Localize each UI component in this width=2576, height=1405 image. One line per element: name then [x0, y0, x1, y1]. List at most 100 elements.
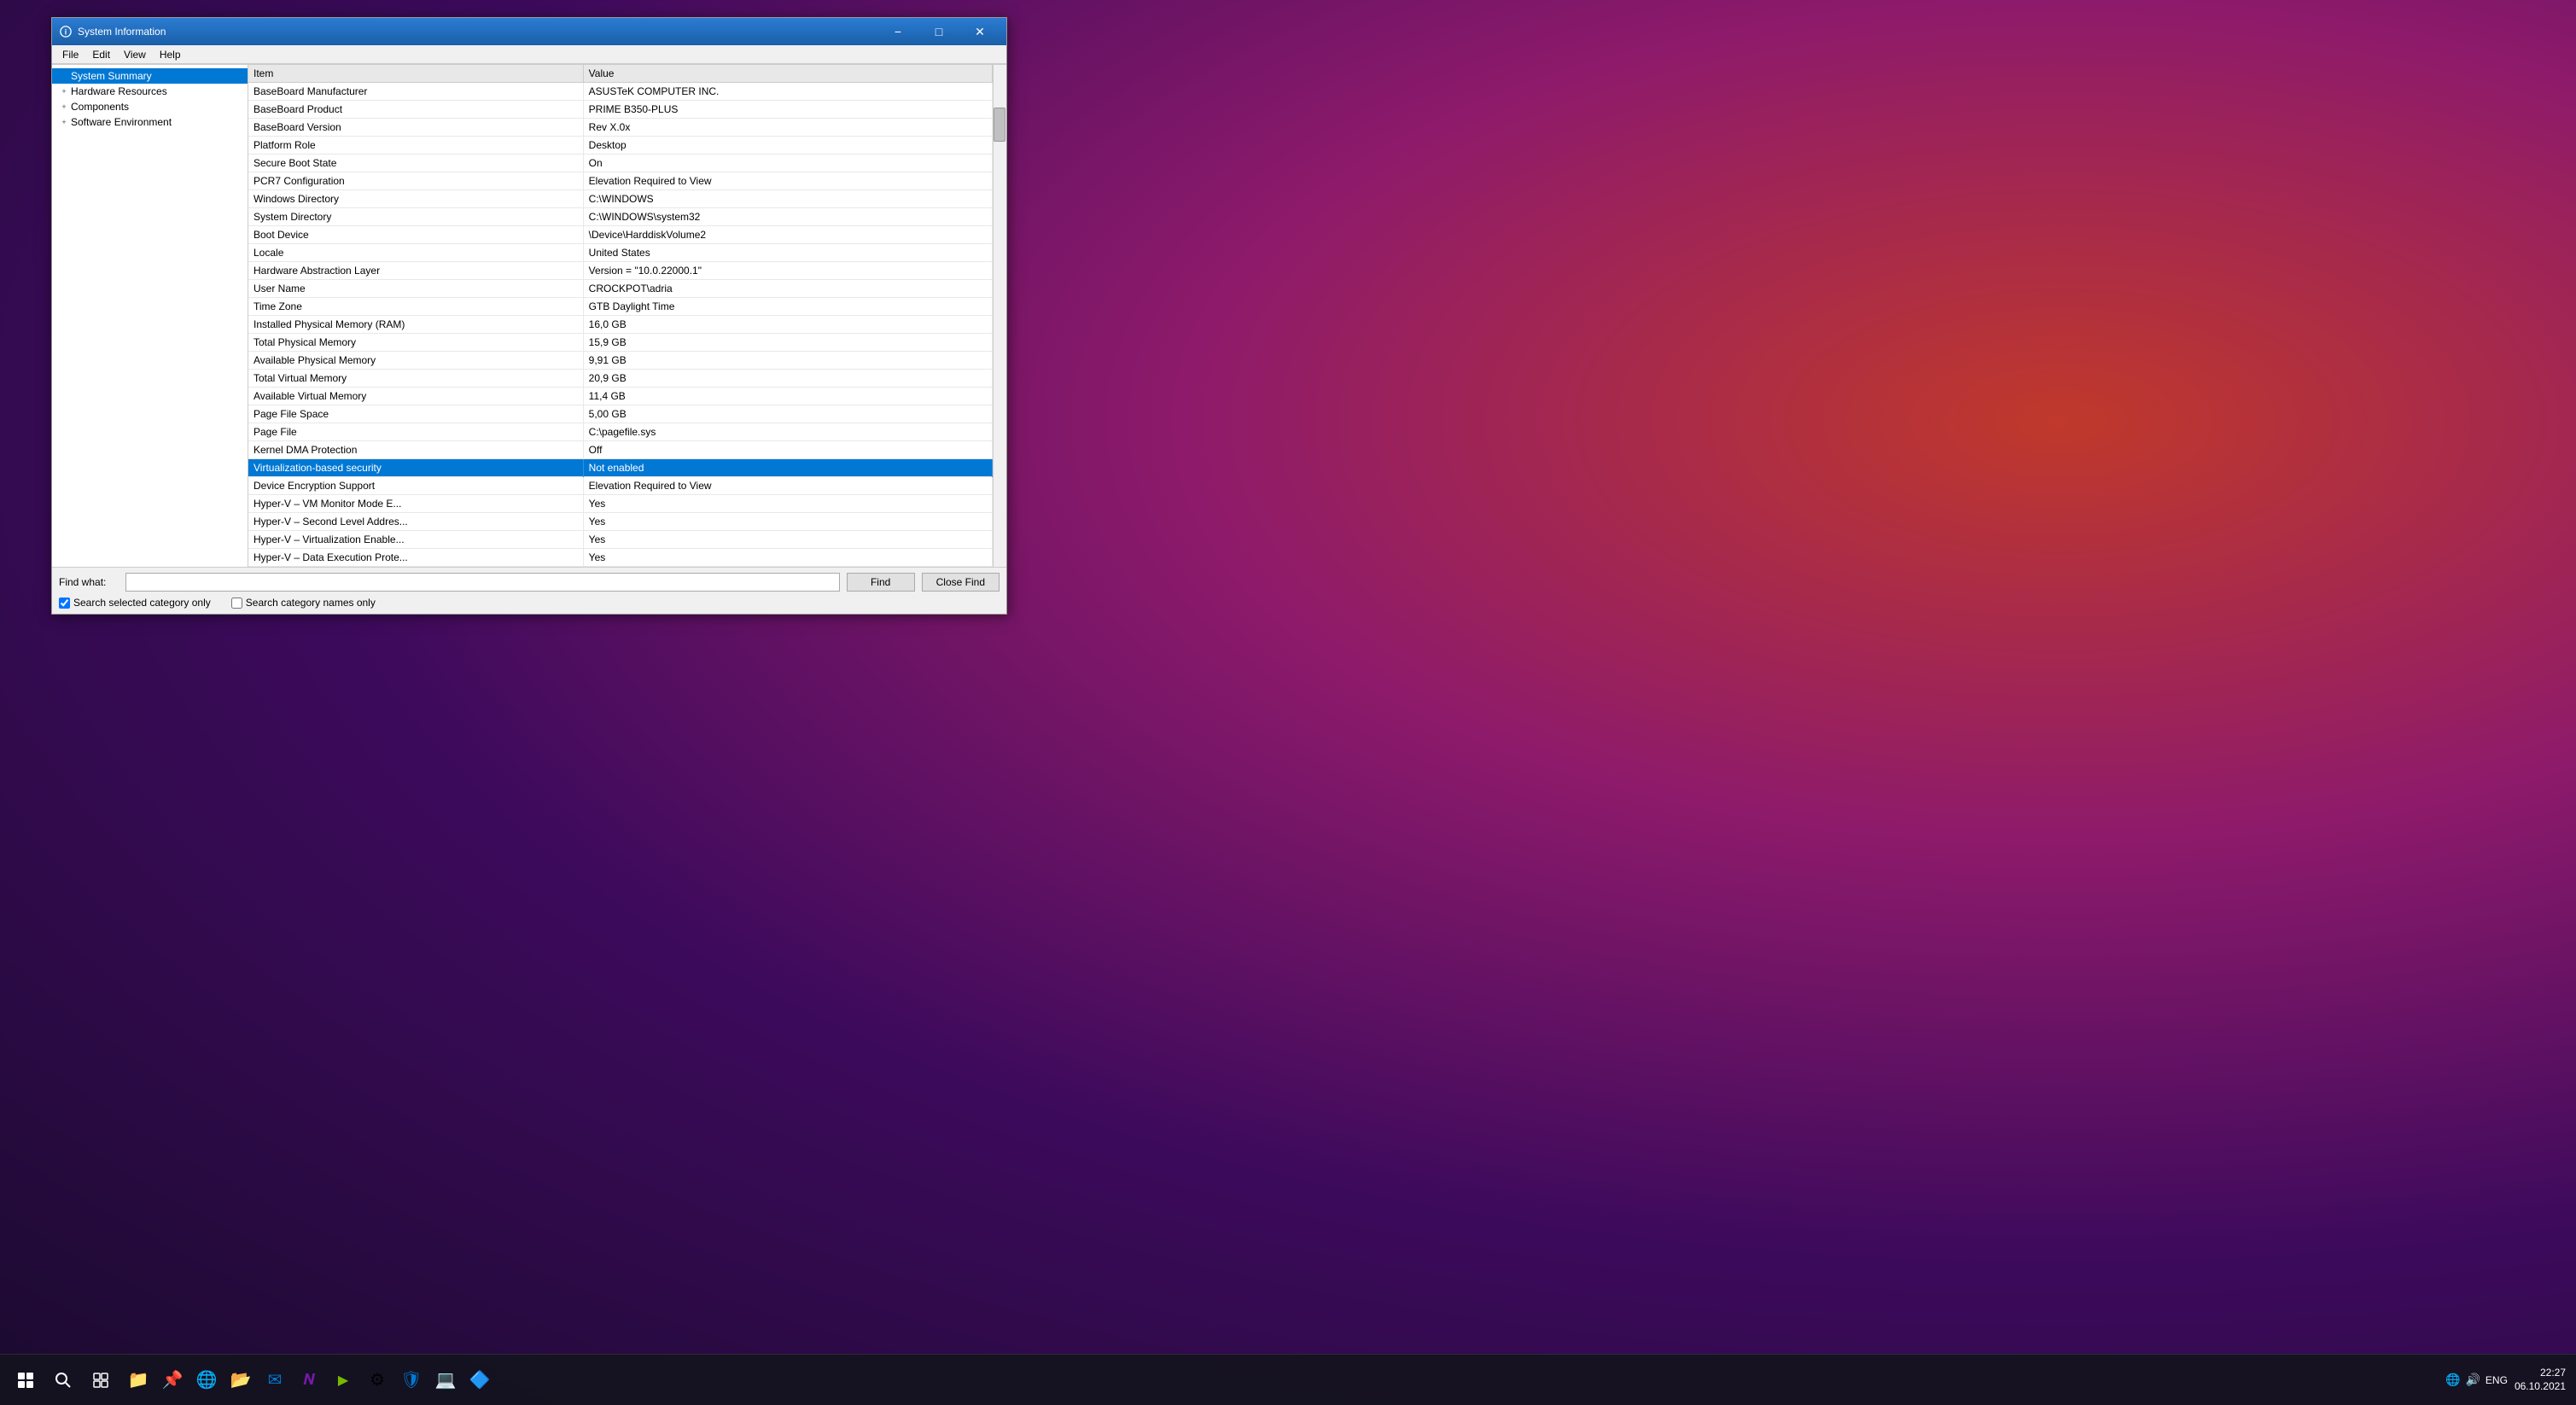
table-row[interactable]: Hardware Abstraction LayerVersion = "10.…: [248, 262, 993, 280]
menu-help[interactable]: Help: [153, 47, 188, 62]
task-view-button[interactable]: [85, 1365, 116, 1396]
system-info-table: Item Value BaseBoard ManufacturerASUSTeK…: [248, 65, 993, 567]
taskbar-nvidia[interactable]: ▶: [328, 1365, 358, 1396]
table-row[interactable]: Hyper-V – VM Monitor Mode E...Yes: [248, 495, 993, 513]
table-cell-item: Installed Physical Memory (RAM): [248, 316, 583, 334]
table-row[interactable]: Hyper-V – Data Execution Prote...Yes: [248, 549, 993, 567]
table-row[interactable]: Kernel DMA ProtectionOff: [248, 441, 993, 459]
menu-edit[interactable]: Edit: [85, 47, 117, 62]
table-cell-item: Boot Device: [248, 226, 583, 244]
table-row[interactable]: Platform RoleDesktop: [248, 137, 993, 154]
table-row[interactable]: BaseBoard ProductPRIME B350-PLUS: [248, 101, 993, 119]
maximize-button[interactable]: □: [919, 19, 959, 44]
taskbar-onenote[interactable]: 𝑵: [294, 1365, 324, 1396]
table-row[interactable]: Available Virtual Memory11,4 GB: [248, 388, 993, 405]
taskbar-clock[interactable]: 22:27 06.10.2021: [2515, 1367, 2566, 1393]
column-header-value: Value: [583, 65, 992, 83]
search-button[interactable]: [48, 1365, 79, 1396]
table-row[interactable]: Secure Boot StateOn: [248, 154, 993, 172]
table-row[interactable]: Windows DirectoryC:\WINDOWS: [248, 190, 993, 208]
table-cell-item: Kernel DMA Protection: [248, 441, 583, 459]
taskbar-edge[interactable]: 🌐: [191, 1365, 222, 1396]
sidebar-item-hardware-resources[interactable]: + Hardware Resources: [52, 84, 248, 99]
table-row[interactable]: Installed Physical Memory (RAM)16,0 GB: [248, 316, 993, 334]
sidebar-label-system-summary: System Summary: [71, 70, 152, 82]
search-names-checkbox[interactable]: [231, 598, 242, 609]
search-category-only-label[interactable]: Search selected category only: [59, 597, 211, 609]
table-cell-value: 5,00 GB: [583, 405, 992, 423]
tray-network-icon[interactable]: 🌐: [2445, 1373, 2460, 1387]
table-cell-value: C:\pagefile.sys: [583, 423, 992, 441]
start-button[interactable]: [10, 1365, 41, 1396]
table-cell-value: \Device\HarddiskVolume2: [583, 226, 992, 244]
table-cell-value: 15,9 GB: [583, 334, 992, 352]
taskbar-app[interactable]: 🔷: [464, 1365, 495, 1396]
content-area: System Summary + Hardware Resources + Co…: [52, 64, 1006, 567]
scrollbar-thumb[interactable]: [994, 108, 1005, 142]
table-row[interactable]: Time ZoneGTB Daylight Time: [248, 298, 993, 316]
taskbar-defender[interactable]: 🛡: [396, 1365, 427, 1396]
table-cell-item: Hyper-V – VM Monitor Mode E...: [248, 495, 583, 513]
taskbar-mail[interactable]: ✉: [259, 1365, 290, 1396]
system-information-window: i System Information − □ ✕ File Edit Vie…: [51, 17, 1007, 615]
table-row[interactable]: BaseBoard ManufacturerASUSTeK COMPUTER I…: [248, 83, 993, 101]
table-cell-item: Available Physical Memory: [248, 352, 583, 370]
table-row[interactable]: Virtualization-based securityNot enabled: [248, 459, 993, 477]
find-button[interactable]: Find: [847, 573, 915, 592]
table-row[interactable]: LocaleUnited States: [248, 244, 993, 262]
table-cell-value: Yes: [583, 531, 992, 549]
table-row[interactable]: Total Virtual Memory20,9 GB: [248, 370, 993, 388]
sidebar-item-components[interactable]: + Components: [52, 99, 248, 114]
table-cell-value: United States: [583, 244, 992, 262]
table-row[interactable]: Total Physical Memory15,9 GB: [248, 334, 993, 352]
taskbar-file-explorer[interactable]: 📁: [123, 1365, 154, 1396]
table-cell-value: Version = "10.0.22000.1": [583, 262, 992, 280]
find-options-row: Search selected category only Search cat…: [59, 597, 1000, 609]
table-cell-value: C:\WINDOWS: [583, 190, 992, 208]
find-label: Find what:: [59, 576, 119, 588]
table-cell-item: Hyper-V – Virtualization Enable...: [248, 531, 583, 549]
table-row[interactable]: BaseBoard VersionRev X.0x: [248, 119, 993, 137]
table-cell-item: Available Virtual Memory: [248, 388, 583, 405]
table-row[interactable]: Device Encryption SupportElevation Requi…: [248, 477, 993, 495]
table-cell-item: Platform Role: [248, 137, 583, 154]
tray-sound-icon[interactable]: 🔊: [2465, 1373, 2480, 1387]
table-row[interactable]: Page File Space5,00 GB: [248, 405, 993, 423]
table-cell-item: Hyper-V – Data Execution Prote...: [248, 549, 583, 567]
sidebar-item-software-environment[interactable]: + Software Environment: [52, 114, 248, 130]
table-cell-item: Page File: [248, 423, 583, 441]
table-cell-item: BaseBoard Product: [248, 101, 583, 119]
table-cell-item: System Directory: [248, 208, 583, 226]
taskbar-settings[interactable]: ⚙: [362, 1365, 393, 1396]
taskbar-vscode[interactable]: 💻: [430, 1365, 461, 1396]
table-row[interactable]: System DirectoryC:\WINDOWS\system32: [248, 208, 993, 226]
close-find-button[interactable]: Close Find: [922, 573, 1000, 592]
minimize-button[interactable]: −: [878, 19, 918, 44]
tray-lang[interactable]: ENG: [2486, 1374, 2508, 1386]
menu-file[interactable]: File: [55, 47, 85, 62]
find-input[interactable]: [125, 573, 840, 592]
taskbar-pin1[interactable]: 📌: [157, 1365, 188, 1396]
scrollbar[interactable]: [993, 65, 1006, 567]
table-cell-item: Hyper-V – Second Level Addres...: [248, 513, 583, 531]
table-row[interactable]: Boot Device\Device\HarddiskVolume2: [248, 226, 993, 244]
table-row[interactable]: User NameCROCKPOT\adria: [248, 280, 993, 298]
search-category-names-label[interactable]: Search category names only: [231, 597, 376, 609]
table-cell-item: Hardware Abstraction Layer: [248, 262, 583, 280]
taskbar-folder[interactable]: 📂: [225, 1365, 256, 1396]
expander-icon: [59, 71, 69, 81]
table-row[interactable]: Available Physical Memory9,91 GB: [248, 352, 993, 370]
table-cell-value: 20,9 GB: [583, 370, 992, 388]
table-row[interactable]: Hyper-V – Virtualization Enable...Yes: [248, 531, 993, 549]
window-icon: i: [59, 25, 73, 38]
table-row[interactable]: PCR7 ConfigurationElevation Required to …: [248, 172, 993, 190]
menu-bar: File Edit View Help: [52, 45, 1006, 64]
search-category-checkbox[interactable]: [59, 598, 70, 609]
menu-view[interactable]: View: [117, 47, 153, 62]
table-row[interactable]: Hyper-V – Second Level Addres...Yes: [248, 513, 993, 531]
table-cell-item: Time Zone: [248, 298, 583, 316]
table-cell-value: Off: [583, 441, 992, 459]
sidebar-item-system-summary[interactable]: System Summary: [52, 68, 248, 84]
table-row[interactable]: Page FileC:\pagefile.sys: [248, 423, 993, 441]
close-button[interactable]: ✕: [960, 19, 1000, 44]
